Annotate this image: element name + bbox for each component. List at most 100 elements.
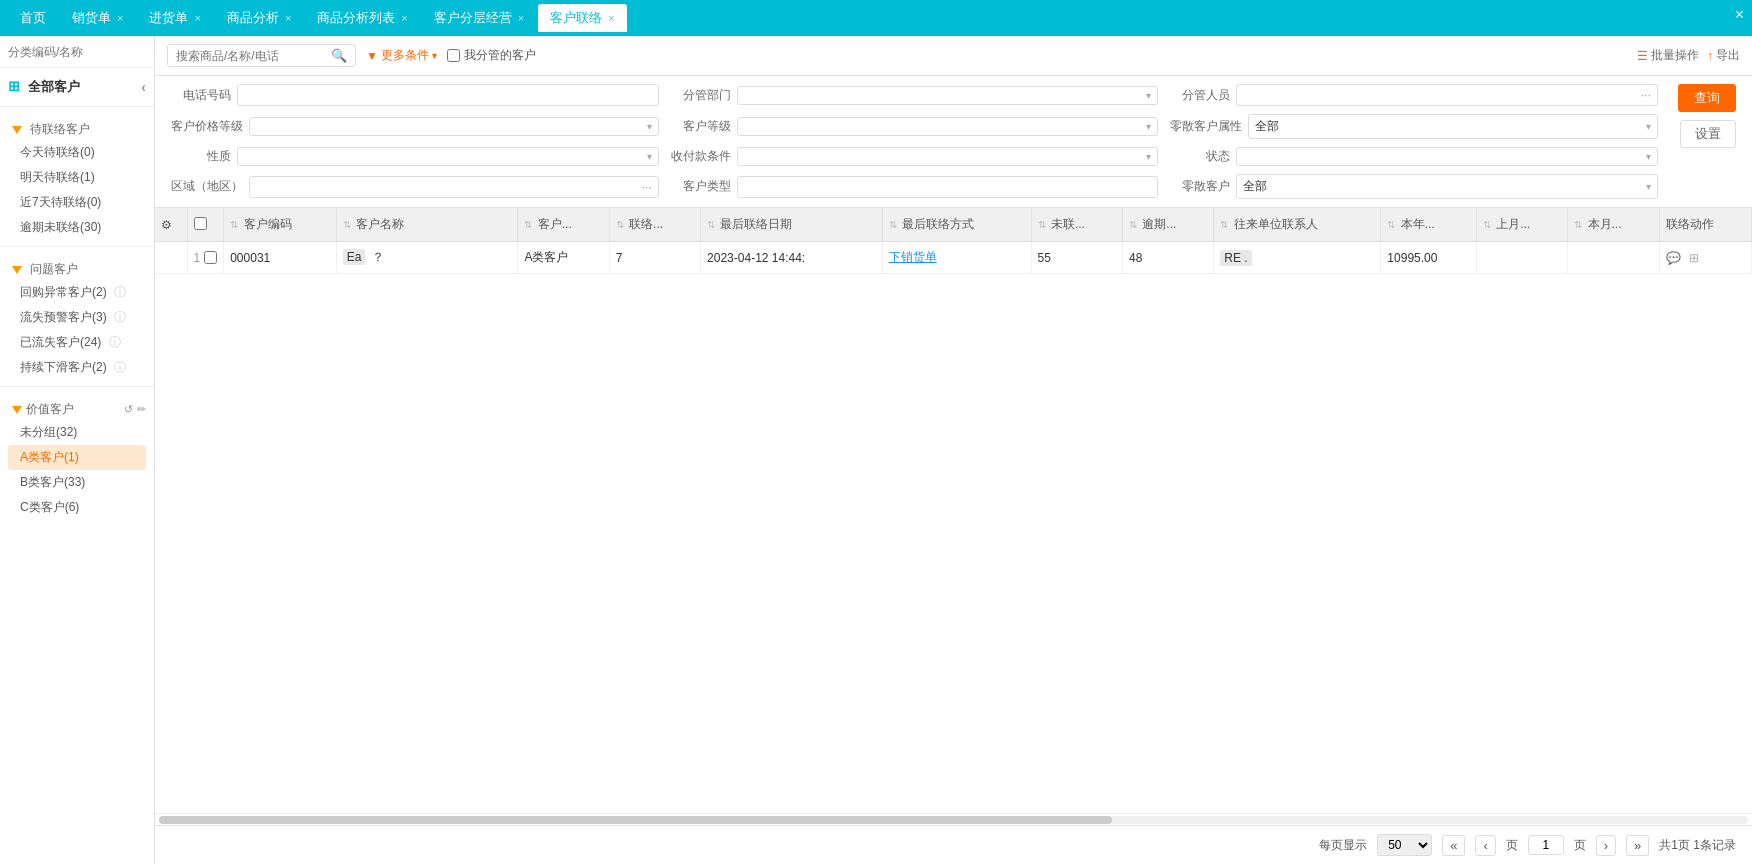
col-overdue-sort-icon: ⇅ bbox=[1129, 219, 1137, 230]
row-chat-icon[interactable]: 💬 bbox=[1666, 251, 1681, 265]
sidebar-value-group-label[interactable]: 价值客户 ↺ ✏ bbox=[8, 397, 146, 420]
nav-tab-customer-contact[interactable]: 客户联络 × bbox=[538, 4, 626, 32]
batch-ops-button[interactable]: ☰ 批量操作 bbox=[1637, 47, 1699, 64]
sidebar-problem-group-label[interactable]: 问题客户 bbox=[8, 257, 146, 280]
current-page-input[interactable] bbox=[1528, 835, 1564, 855]
sidebar-item-today[interactable]: 今天待联络(0) bbox=[8, 140, 146, 165]
nav-sales-close[interactable]: × bbox=[117, 12, 123, 24]
row-last-month-cell bbox=[1476, 242, 1567, 274]
customer-table: ⚙ ⇅ 客户编码 ⇅ 客户名称 bbox=[155, 208, 1752, 274]
sidebar-item-churn-warning[interactable]: 流失预警客户(3) ⓘ bbox=[8, 305, 146, 330]
sidebar-item-class-c[interactable]: C类客户(6) bbox=[8, 495, 146, 520]
my-customers-checkbox[interactable] bbox=[447, 49, 460, 62]
col-last-date-sort-icon: ⇅ bbox=[707, 219, 715, 230]
churned-label: 已流失客户(24) bbox=[20, 335, 101, 349]
sidebar-item-class-a[interactable]: A类客户(1) bbox=[8, 445, 146, 470]
sidebar-search-input[interactable] bbox=[8, 45, 155, 59]
sidebar-item-overdue[interactable]: 逾期未联络(30) bbox=[8, 215, 146, 240]
sidebar-item-unclassified[interactable]: 未分组(32) bbox=[8, 420, 146, 445]
last-page-button[interactable]: » bbox=[1626, 835, 1649, 856]
adv-filter-region-input[interactable]: ··· bbox=[249, 176, 659, 198]
filter-icon: ▼ bbox=[366, 49, 378, 63]
row-checkbox[interactable] bbox=[204, 251, 217, 264]
col-contact-label: 联络... bbox=[629, 217, 663, 231]
adv-filter-dept-label: 分管部门 bbox=[671, 87, 731, 104]
data-table-container: ⚙ ⇅ 客户编码 ⇅ 客户名称 bbox=[155, 208, 1752, 813]
adv-filter-staff-input[interactable]: ··· bbox=[1236, 84, 1658, 106]
retail-value: 全部 bbox=[1243, 178, 1267, 195]
sidebar-divider-3 bbox=[0, 386, 154, 387]
filter-search-icon[interactable]: 🔍 bbox=[331, 48, 347, 63]
adv-filter-price-tier-select[interactable]: ▾ bbox=[249, 117, 659, 136]
adv-filter-nature-select[interactable]: ▾ bbox=[237, 147, 659, 166]
sidebar-all-customers-header[interactable]: ⊞ 全部客户 ‹ bbox=[8, 74, 146, 100]
first-page-button[interactable]: « bbox=[1442, 835, 1465, 856]
row-last-method-link[interactable]: 下销货单 bbox=[889, 250, 937, 264]
sidebar-item-repurchase[interactable]: 回购异常客户(2) ⓘ bbox=[8, 280, 146, 305]
sidebar-item-class-b[interactable]: B类客户(33) bbox=[8, 470, 146, 495]
value-refresh-icon[interactable]: ↺ bbox=[124, 403, 133, 416]
nav-tab-purchase[interactable]: 进货单 × bbox=[137, 4, 212, 32]
sidebar-pending-group-label[interactable]: 待联络客户 bbox=[8, 117, 146, 140]
filter-search-input[interactable] bbox=[176, 49, 326, 63]
adv-filter-customer-tier-select[interactable]: ▾ bbox=[737, 117, 1159, 136]
col-last-month-sort-icon: ⇅ bbox=[1483, 219, 1491, 230]
col-contact2: ⇅ 往来单位联系人 bbox=[1214, 208, 1381, 242]
row-uncontacted-cell: 55 bbox=[1031, 242, 1122, 274]
row-name-badge: Ea bbox=[343, 249, 366, 265]
adv-filter-staff-cell: 分管人员 ··· bbox=[1170, 84, 1670, 106]
nav-analysis-label: 商品分析 bbox=[227, 9, 279, 27]
page-size-select[interactable]: 50 100 200 bbox=[1377, 834, 1432, 856]
col-contact: ⇅ 联络... bbox=[609, 208, 700, 242]
adv-filter-status-label: 状态 bbox=[1170, 148, 1230, 165]
nav-customer-contact-close[interactable]: × bbox=[608, 12, 614, 24]
col-overdue: ⇅ 逾期... bbox=[1122, 208, 1213, 242]
nav-customer-tier-close[interactable]: × bbox=[518, 12, 524, 24]
price-tier-down-icon: ▾ bbox=[647, 121, 652, 132]
nav-tab-analysis[interactable]: 商品分析 × bbox=[215, 4, 303, 32]
adv-filter-phone-label: 电话号码 bbox=[171, 87, 231, 104]
sidebar-collapse-icon[interactable]: ‹ bbox=[141, 79, 146, 95]
adv-filter-customer-tier-cell: 客户等级 ▾ bbox=[671, 117, 1171, 136]
select-all-checkbox[interactable] bbox=[194, 217, 207, 230]
nav-analysis-list-close[interactable]: × bbox=[401, 12, 407, 24]
gear-icon[interactable]: ⚙ bbox=[161, 218, 172, 232]
col-gear[interactable]: ⚙ bbox=[155, 208, 187, 242]
nav-tab-analysis-list[interactable]: 商品分析列表 × bbox=[305, 4, 419, 32]
row-grid-icon[interactable]: ⊞ bbox=[1689, 251, 1699, 265]
adv-filter-retail-select[interactable]: 全部 ▾ bbox=[1236, 174, 1658, 199]
horizontal-scrollbar[interactable] bbox=[155, 813, 1752, 825]
filter-more-conditions[interactable]: ▼ 更多条件 ▾ bbox=[366, 47, 437, 64]
prev-page-button[interactable]: ‹ bbox=[1475, 835, 1495, 856]
top-nav: 首页 销货单 × 进货单 × 商品分析 × 商品分析列表 × 客户分层经营 × … bbox=[0, 0, 1752, 36]
sidebar-item-declining[interactable]: 持续下滑客户(2) ⓘ bbox=[8, 355, 146, 380]
top-close-button[interactable]: × bbox=[1735, 6, 1744, 24]
adv-filter-payment-select[interactable]: ▾ bbox=[737, 147, 1159, 166]
row-gear-cell bbox=[155, 242, 187, 274]
adv-filter-status-select[interactable]: ▾ bbox=[1236, 147, 1658, 166]
adv-filter-retail-attr-select[interactable]: 全部 ▾ bbox=[1248, 114, 1658, 139]
nav-home-label: 首页 bbox=[20, 9, 46, 27]
sidebar-item-churned[interactable]: 已流失客户(24) ⓘ bbox=[8, 330, 146, 355]
next-page-button[interactable]: › bbox=[1596, 835, 1616, 856]
nav-tab-sales[interactable]: 销货单 × bbox=[60, 4, 135, 32]
nav-tab-customer-tier[interactable]: 客户分层经营 × bbox=[422, 4, 536, 32]
adv-filter-phone-input[interactable] bbox=[237, 84, 659, 106]
row-type-cell: A类客户 bbox=[518, 242, 609, 274]
col-this-month: ⇅ 本月... bbox=[1568, 208, 1659, 242]
query-button[interactable]: 查询 bbox=[1678, 84, 1736, 112]
value-edit-icon[interactable]: ✏ bbox=[137, 403, 146, 416]
sidebar-item-tomorrow[interactable]: 明天待联络(1) bbox=[8, 165, 146, 190]
settings-button[interactable]: 设置 bbox=[1680, 120, 1736, 148]
nav-tab-home[interactable]: 首页 bbox=[8, 4, 58, 32]
export-button[interactable]: ↑ 导出 bbox=[1707, 47, 1740, 64]
churn-warning-label: 流失预警客户(3) bbox=[20, 310, 107, 324]
nav-purchase-close[interactable]: × bbox=[194, 12, 200, 24]
adv-filter-dept-select[interactable]: ▾ bbox=[737, 86, 1159, 105]
sidebar-item-7days[interactable]: 近7天待联络(0) bbox=[8, 190, 146, 215]
adv-filter-row-4: 区域（地区） ··· 客户类型 零散客户 bbox=[171, 174, 1670, 199]
adv-filter-type-input[interactable] bbox=[737, 176, 1159, 198]
adv-filter-retail-label: 零散客户 bbox=[1170, 178, 1230, 195]
nav-analysis-close[interactable]: × bbox=[285, 12, 291, 24]
scrollbar-thumb[interactable] bbox=[159, 816, 1112, 824]
